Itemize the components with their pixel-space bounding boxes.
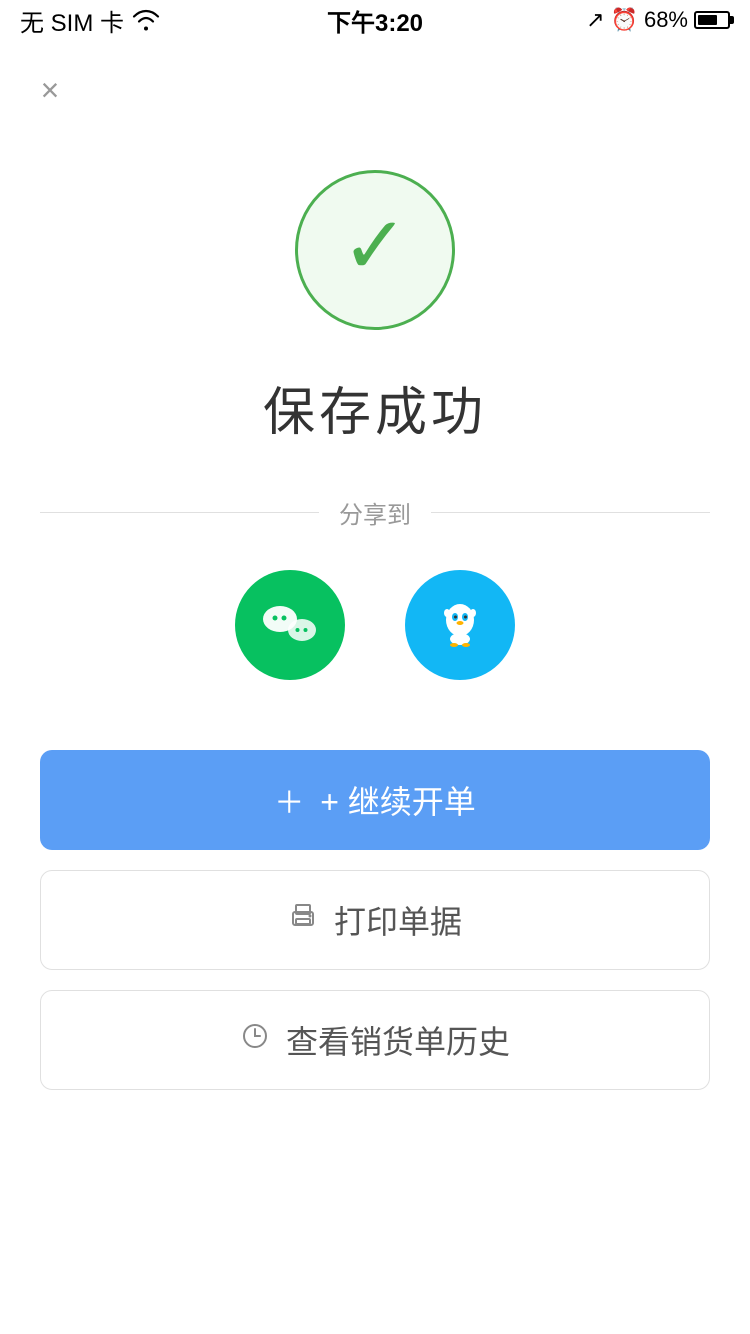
status-left: 无 SIM 卡 <box>20 3 160 38</box>
qq-icon <box>430 595 490 655</box>
divider-line-left <box>40 512 319 513</box>
carrier-text: 无 SIM 卡 <box>20 3 124 38</box>
qq-share-button[interactable] <box>405 570 515 680</box>
continue-button[interactable]: ＋ + 继续开单 <box>40 750 710 850</box>
battery-fill <box>698 15 717 25</box>
success-circle: ✓ <box>295 170 455 330</box>
continue-label: + 继续开单 <box>320 777 476 823</box>
main-content: ✓ 保存成功 分享到 <box>0 120 750 1334</box>
print-label: 打印单据 <box>334 897 462 943</box>
plus-icon: ＋ <box>274 778 304 822</box>
share-icons <box>235 570 515 680</box>
battery-icon <box>694 11 730 29</box>
close-icon: × <box>41 74 60 106</box>
share-divider: 分享到 <box>40 495 710 530</box>
history-label: 查看销货单历史 <box>286 1017 510 1063</box>
divider-line-right <box>431 512 710 513</box>
checkmark-icon: ✓ <box>341 206 408 286</box>
alarm-icon: ⏰ <box>611 7 638 33</box>
battery-percent: 68% <box>644 7 688 33</box>
share-label: 分享到 <box>339 495 411 530</box>
wechat-share-button[interactable] <box>235 570 345 680</box>
print-button[interactable]: 打印单据 <box>40 870 710 970</box>
close-button[interactable]: × <box>20 60 80 120</box>
status-right: ↗ ⏰ 68% <box>586 7 730 33</box>
status-time: 下午3:20 <box>327 3 423 38</box>
location-icon: ↗ <box>586 7 604 33</box>
success-title: 保存成功 <box>263 370 487 445</box>
print-icon <box>288 901 318 939</box>
history-icon <box>240 1021 270 1059</box>
history-button[interactable]: 查看销货单历史 <box>40 990 710 1090</box>
wechat-icon <box>258 593 323 658</box>
wifi-icon <box>132 9 160 31</box>
action-buttons: ＋ + 继续开单 打印单据 查看销货单历史 <box>40 750 710 1090</box>
status-bar: 无 SIM 卡 下午3:20 ↗ ⏰ 68% <box>0 0 750 40</box>
